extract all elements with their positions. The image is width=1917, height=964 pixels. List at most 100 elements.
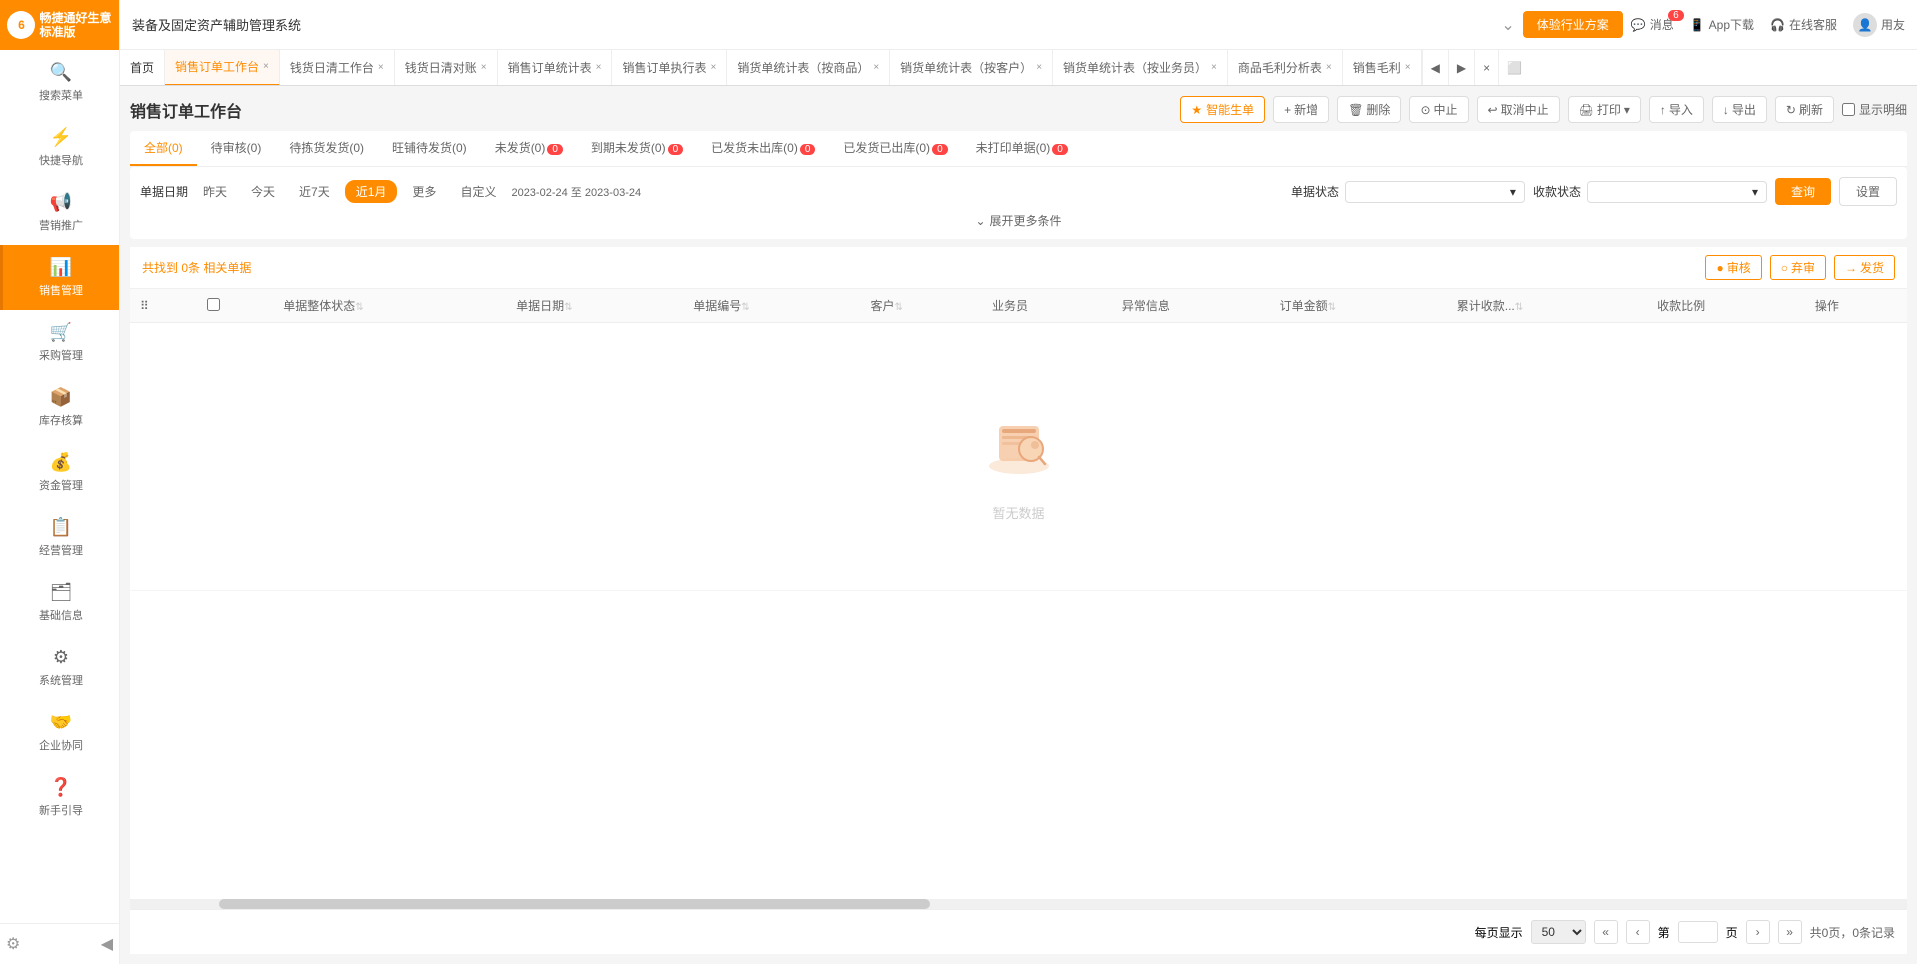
subtab-shipped-out[interactable]: 已发货已出库(0)0 [829,131,961,166]
subtab-not-shipped[interactable]: 未发货(0)0 [481,131,577,166]
import-button[interactable]: ↑ 导入 [1649,96,1704,123]
date-option-近1月[interactable]: 近1月 [345,180,398,203]
tab-gross-profit[interactable]: 商品毛利分析表× [1228,50,1343,86]
tab-prev-btn[interactable]: ◀ [1422,50,1448,86]
sidebar-item-system[interactable]: ⚙系统管理 [0,635,119,700]
sidebar-settings-btn[interactable]: ⚙ [6,934,20,954]
subtab-wangpu-ship[interactable]: 旺铺待发货(0) [378,131,481,166]
cancel-stop-button[interactable]: ↩ 取消中止 [1477,96,1560,123]
select-all-checkbox[interactable] [207,298,220,311]
sidebar-item-marketing[interactable]: 📢营销推广 [0,180,119,245]
tab-sales-profit[interactable]: 销售毛利× [1343,50,1422,86]
col-amount[interactable]: 订单金额⇅ [1270,289,1447,323]
sidebar-item-purchase[interactable]: 🛒采购管理 [0,310,119,375]
tab-sales-exec[interactable]: 销售订单执行表× [612,50,727,86]
col-status[interactable]: 单据整体状态⇅ [273,289,506,323]
app-download-link[interactable]: 📱 App下载 [1690,16,1754,33]
subtab-all[interactable]: 全部(0) [130,131,197,166]
page-size-select[interactable]: 102050100 [1531,920,1586,944]
ship-button[interactable]: → 发货 [1834,255,1895,280]
delete-button[interactable]: 🗑 删除 [1337,96,1401,123]
subtab-pending-pickup[interactable]: 待拣货发货(0) [275,131,378,166]
tab-close-cash-daily[interactable]: × [378,62,384,73]
first-page-button[interactable]: « [1594,920,1618,944]
query-button[interactable]: 查询 [1775,178,1831,205]
tab-close-goods-stat-customer[interactable]: × [1036,62,1042,73]
sort-icon-customer[interactable]: ⇅ [894,302,902,313]
col-customer[interactable]: 客户⇅ [860,289,982,323]
col-collected[interactable]: 累计收款...⇅ [1447,289,1647,323]
sidebar-item-operation[interactable]: 📋经营管理 [0,505,119,570]
show-detail-input[interactable] [1842,103,1855,116]
sidebar-item-basic[interactable]: 🗂基础信息 [0,570,119,635]
tab-close-all-btn[interactable]: × [1474,50,1498,86]
tab-next-btn[interactable]: ▶ [1448,50,1474,86]
date-option-昨天[interactable]: 昨天 [194,180,236,203]
show-detail-checkbox[interactable]: 显示明细 [1842,101,1907,118]
date-option-今天[interactable]: 今天 [242,180,284,203]
sort-icon-collected[interactable]: ⇅ [1515,302,1523,313]
tab-close-sales-exec[interactable]: × [710,62,716,73]
add-button[interactable]: + 新增 [1273,96,1329,123]
tab-sales-stat[interactable]: 销售订单统计表× [498,50,613,86]
cancel-review-button[interactable]: ○ 弃审 [1770,255,1826,280]
tab-close-sales-order[interactable]: × [263,61,269,72]
sidebar-item-inventory[interactable]: 📦库存核算 [0,375,119,440]
subtab-not-printed[interactable]: 未打印单据(0)0 [962,131,1082,166]
subtab-pending-review[interactable]: 待审核(0) [197,131,276,166]
expand-conditions-button[interactable]: ⌄ 展开更多条件 [975,212,1061,229]
scroll-thumb[interactable] [219,899,930,909]
sidebar-item-finance[interactable]: 💰资金管理 [0,440,119,505]
tab-close-goods-stat-product[interactable]: × [873,62,879,73]
col-number[interactable]: 单据编号⇅ [683,289,860,323]
tab-goods-stat-product[interactable]: 销货单统计表（按商品）× [727,50,890,86]
tab-close-gross-profit[interactable]: × [1326,62,1332,73]
review-button[interactable]: ● 审核 [1705,255,1761,280]
tab-maximize-btn[interactable]: ⬜ [1498,50,1530,86]
smart-create-button[interactable]: ★ 智能生单 [1180,96,1265,123]
payment-select[interactable]: ▾ [1587,181,1767,203]
sidebar-item-quick-nav[interactable]: ⚡快捷导航 [0,115,119,180]
sidebar-item-guide[interactable]: ❓新手引导 [0,765,119,830]
sort-icon-amount[interactable]: ⇅ [1328,302,1336,313]
tab-goods-stat-customer[interactable]: 销货单统计表（按客户）× [890,50,1053,86]
sort-icon-status[interactable]: ⇅ [355,302,363,313]
export-button[interactable]: ↓ 导出 [1712,96,1767,123]
date-option-自定义[interactable]: 自定义 [451,180,505,203]
message-badge[interactable]: 💬 消息 6 [1631,16,1674,33]
prev-page-button[interactable]: ‹ [1626,920,1650,944]
industry-solution-button[interactable]: 体验行业方案 [1523,11,1623,38]
tab-cash-goods[interactable]: 钱货日清对账× [395,50,498,86]
refresh-button[interactable]: ↻ 刷新 [1775,96,1834,123]
tab-sales-order[interactable]: 销售订单工作台× [165,50,280,86]
user-menu[interactable]: 👤 用友 [1853,13,1905,37]
subtab-shipped-not-out[interactable]: 已发货未出库(0)0 [697,131,829,166]
print-button[interactable]: 🖨 打印 ▾ [1568,96,1641,123]
horizontal-scrollbar[interactable] [130,899,1907,909]
tab-close-goods-stat-staff[interactable]: × [1211,62,1217,73]
next-page-button[interactable]: › [1746,920,1770,944]
settings-small-button[interactable]: 设置 [1839,177,1897,206]
sidebar-item-enterprise[interactable]: 🤝企业协同 [0,700,119,765]
last-page-button[interactable]: » [1778,920,1802,944]
sort-icon-date[interactable]: ⇅ [564,302,572,313]
page-number-input[interactable]: 1 [1678,921,1718,943]
date-option-近7天[interactable]: 近7天 [290,180,339,203]
subtab-overdue-not-shipped[interactable]: 到期未发货(0)0 [577,131,697,166]
sidebar-collapse-btn[interactable]: ◀ [101,934,113,954]
tab-goods-stat-staff[interactable]: 销货单统计表（按业务员）× [1053,50,1228,86]
online-service-link[interactable]: 🎧 在线客服 [1770,16,1837,33]
sidebar-item-search[interactable]: 🔍搜索菜单 [0,50,119,115]
sort-icon-number[interactable]: ⇅ [741,302,749,313]
tab-cash-daily[interactable]: 钱货日清工作台× [280,50,395,86]
stop-button[interactable]: ⊙ 中止 [1409,96,1468,123]
tab-close-cash-goods[interactable]: × [481,62,487,73]
date-option-更多[interactable]: 更多 [403,180,445,203]
tab-close-sales-profit[interactable]: × [1405,62,1411,73]
status-select[interactable]: ▾ [1345,181,1525,203]
sidebar-item-sales[interactable]: 📊销售管理 [0,245,119,310]
tab-close-sales-stat[interactable]: × [596,62,602,73]
col-date[interactable]: 单据日期⇅ [506,289,683,323]
tab-home[interactable]: 首页 [120,50,165,86]
topbar-settings-icon[interactable]: ⌄ [1501,15,1514,35]
